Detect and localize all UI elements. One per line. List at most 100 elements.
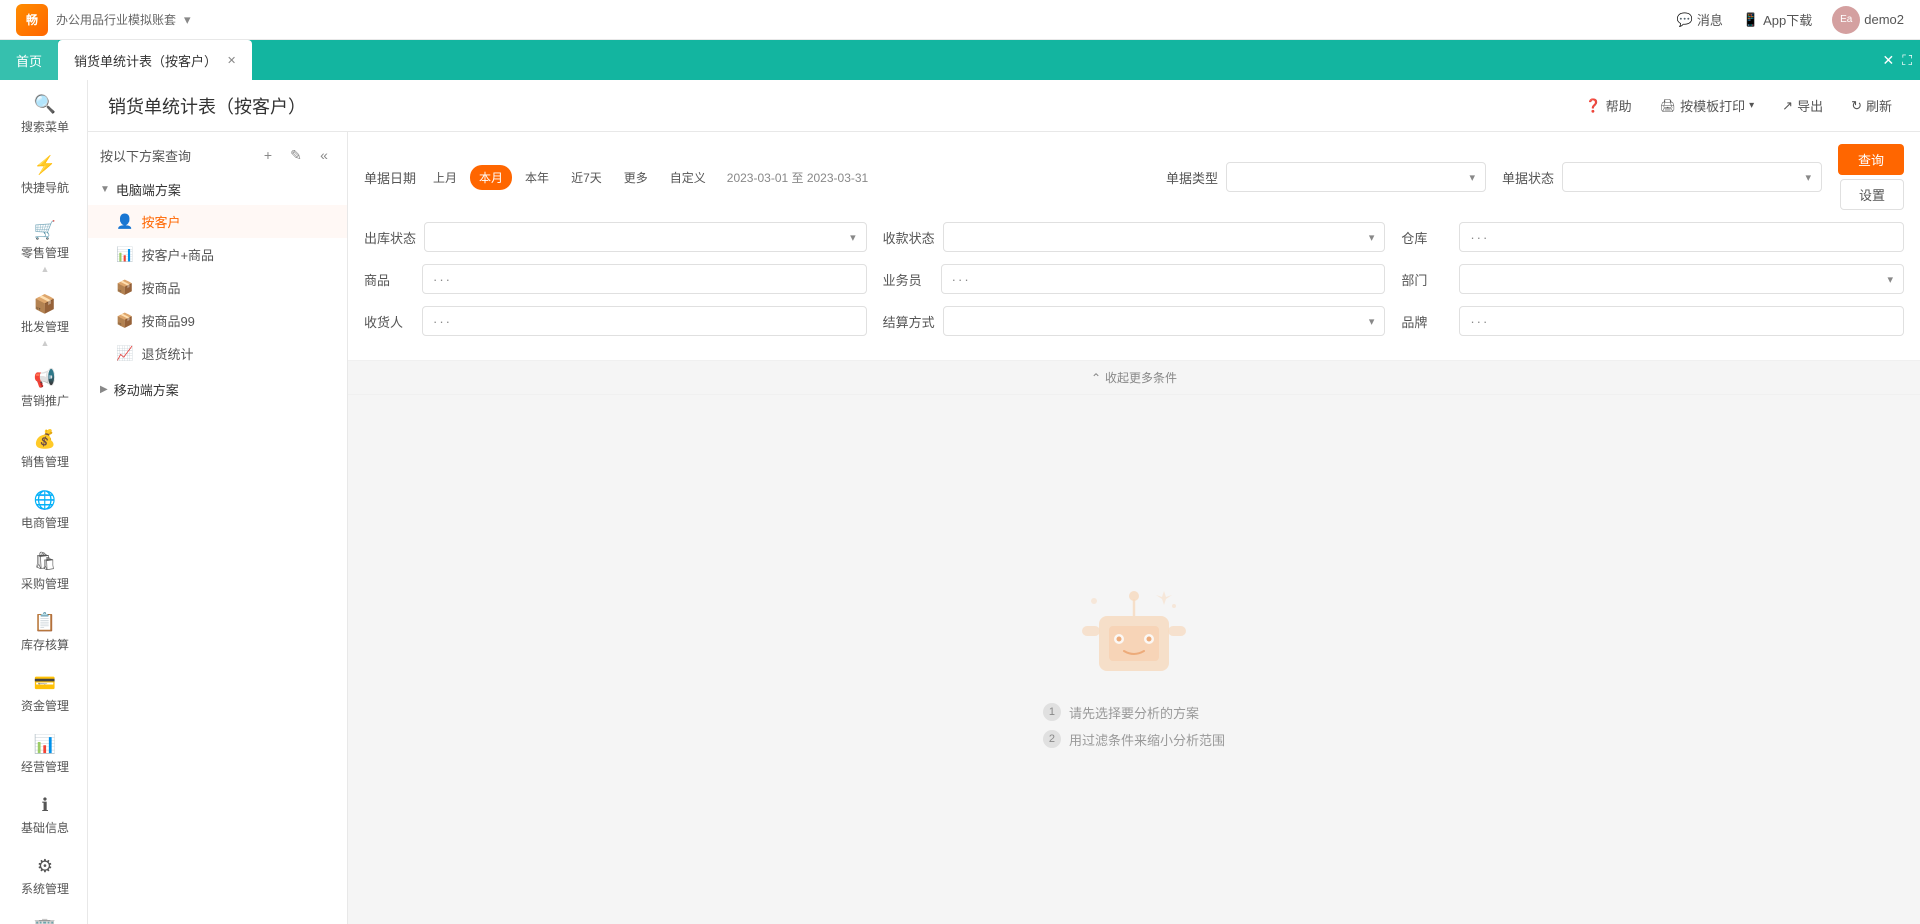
sidebar-item-inventory-label: 库存核算 [21, 636, 69, 653]
scheme-collapse-btn[interactable]: « [313, 144, 335, 166]
retail-icon: 🛒 [34, 220, 56, 241]
sidebar-item-search[interactable]: 🔍 搜索菜单 [0, 84, 87, 145]
sidebar-item-sales[interactable]: 💰 销售管理 [0, 419, 87, 480]
message-btn[interactable]: 💬 消息 [1677, 10, 1723, 29]
date-tab-this-year[interactable]: 本年 [516, 165, 558, 190]
scheme-item-by-goods-99-label: 按商品99 [141, 311, 194, 330]
app-download-label: App下载 [1763, 10, 1812, 29]
page-title: 销货单统计表（按客户） [108, 93, 306, 131]
tip-num-1: 1 [1043, 703, 1061, 721]
sidebar-item-quicknav-label: 快捷导航 [21, 179, 69, 196]
maximize-icon[interactable]: ⛶ [1902, 52, 1912, 69]
retail-arrow-icon: ▲ [41, 264, 50, 274]
group-mobile-label: 移动端方案 [114, 380, 179, 399]
scheme-item-by-customer[interactable]: 👤 按客户 [88, 205, 347, 238]
query-button[interactable]: 查询 [1838, 144, 1904, 175]
scheme-group-desktop-title[interactable]: ▼ 电脑端方案 [88, 174, 347, 205]
sidebar-item-wholesale-label: 批发管理 [21, 318, 69, 335]
sidebar-item-quicknav[interactable]: ⚡ 快捷导航 [0, 145, 87, 206]
dept-input[interactable]: ▾ [1459, 264, 1904, 294]
export-label: 导出 [1797, 96, 1823, 115]
app-download-btn[interactable]: 📱 App下载 [1743, 10, 1812, 29]
tab-sales-stats[interactable]: 销货单统计表（按客户） ✕ [58, 40, 252, 80]
help-icon: ❓ [1585, 98, 1601, 114]
warehouse-label: 仓库 [1401, 228, 1451, 247]
scheme-item-by-goods-99[interactable]: 📦 按商品99 [88, 304, 347, 337]
scheme-item-by-goods[interactable]: 📦 按商品 [88, 271, 347, 304]
sidebar-item-inventory[interactable]: 📋 库存核算 [0, 602, 87, 663]
tab-home[interactable]: 首页 [0, 40, 58, 80]
tab-close-icon[interactable]: ✕ [227, 54, 236, 67]
filter-cell-type: 单据类型 ▾ [1166, 162, 1486, 192]
main-layout: 🔍 搜索菜单 ⚡ 快捷导航 🛒 零售管理 ▲ 📦 批发管理 ▲ 📢 营销推广 💰… [0, 80, 1920, 924]
sidebar-item-finance[interactable]: 💳 资金管理 [0, 663, 87, 724]
sidebar-item-purchase[interactable]: 🛍 采购管理 [0, 541, 87, 602]
dept-dropdown-icon: ▾ [1887, 273, 1893, 286]
date-tab-last-7[interactable]: 近7天 [562, 165, 611, 190]
brand-placeholder: ··· [1470, 314, 1489, 329]
brand-input[interactable]: ··· [1459, 306, 1904, 336]
sidebar-item-wholesale[interactable]: 📦 批发管理 ▲ [0, 284, 87, 358]
avatar-text: Ea [1840, 14, 1852, 25]
topbar-right: 💬 消息 📱 App下载 Ea demo2 [1677, 6, 1904, 34]
date-tab-more[interactable]: 更多 [615, 165, 657, 190]
dept-label: 部门 [1401, 270, 1451, 289]
date-tab-custom[interactable]: 自定义 [661, 165, 715, 190]
type-input[interactable]: ▾ [1226, 162, 1486, 192]
message-label: 消息 [1697, 10, 1723, 29]
sidebar-item-system[interactable]: ⚙ 系统管理 [0, 846, 87, 907]
wholesale-icon: 📦 [34, 294, 56, 315]
goods-input[interactable]: ··· [422, 264, 867, 294]
delivery-input[interactable]: ▾ [424, 222, 867, 252]
scheme-edit-btn[interactable]: ✎ [285, 144, 307, 166]
sidebar-item-enterprise[interactable]: 🏢 企业协同 [0, 907, 87, 924]
refresh-label: 刷新 [1866, 96, 1892, 115]
download-icon: 📱 [1743, 12, 1759, 28]
app-logo: 畅 [16, 4, 48, 36]
tip-num-2: 2 [1043, 730, 1061, 748]
staff-input[interactable]: ··· [941, 264, 1386, 294]
goods-placeholder: ··· [433, 272, 452, 287]
recipient-input[interactable]: ··· [422, 306, 867, 336]
sidebar-item-ecommerce[interactable]: 🌐 电商管理 [0, 480, 87, 541]
close-window-icon[interactable]: ✕ [1882, 52, 1894, 69]
purchase-icon: 🛍 [34, 551, 57, 572]
sidebar-item-retail[interactable]: 🛒 零售管理 ▲ [0, 210, 87, 284]
app-dropdown-icon[interactable]: ▾ [184, 12, 191, 28]
scheme-item-refund[interactable]: 📈 退货统计 [88, 337, 347, 370]
export-btn[interactable]: ↗ 导出 [1774, 92, 1831, 119]
sidebar-item-marketing[interactable]: 📢 营销推广 [0, 358, 87, 419]
collapse-bar[interactable]: ⌃ 收起更多条件 [348, 361, 1920, 395]
payment-input[interactable]: ▾ [943, 222, 1386, 252]
sidebar-item-basic[interactable]: ℹ 基础信息 [0, 785, 87, 846]
user-profile[interactable]: Ea demo2 [1832, 6, 1904, 34]
finance-icon: 💳 [34, 673, 56, 694]
enterprise-icon: 🏢 [34, 917, 56, 924]
date-tab-this-month[interactable]: 本月 [470, 165, 512, 190]
recipient-label: 收货人 [364, 312, 414, 331]
date-tab-last-month[interactable]: 上月 [424, 165, 466, 190]
scheme-panel: 按以下方案查询 + ✎ « [88, 132, 348, 924]
status-input[interactable]: ▾ [1562, 162, 1822, 192]
sidebar-item-operations[interactable]: 📊 经营管理 [0, 724, 87, 785]
sidebar-item-basic-label: 基础信息 [21, 819, 69, 836]
type-label: 单据类型 [1166, 168, 1218, 187]
staff-placeholder: ··· [952, 272, 971, 287]
warehouse-input[interactable]: ··· [1459, 222, 1904, 252]
delivery-dropdown-icon: ▾ [850, 231, 856, 244]
scheme-group-mobile-title[interactable]: ▶ 移动端方案 [88, 374, 347, 405]
refresh-btn[interactable]: ↻ 刷新 [1843, 92, 1900, 119]
marketing-icon: 📢 [34, 368, 56, 389]
print-btn[interactable]: 🖨 按模板打印 ▾ [1652, 92, 1763, 119]
scheme-add-btn[interactable]: + [257, 144, 279, 166]
settlement-input[interactable]: ▾ [943, 306, 1386, 336]
settings-button[interactable]: 设置 [1840, 179, 1904, 210]
collapse-label: 收起更多条件 [1105, 369, 1177, 386]
print-label: 按模板打印 [1680, 96, 1745, 115]
scheme-item-by-customer-goods[interactable]: 📊 按客户+商品 [88, 238, 347, 271]
scheme-group-mobile: ▶ 移动端方案 [88, 374, 347, 405]
scheme-item-by-customer-goods-label: 按客户+商品 [141, 245, 214, 264]
help-btn[interactable]: ❓ 帮助 [1577, 92, 1639, 119]
sidebar-item-system-label: 系统管理 [21, 880, 69, 897]
system-icon: ⚙ [37, 856, 53, 877]
